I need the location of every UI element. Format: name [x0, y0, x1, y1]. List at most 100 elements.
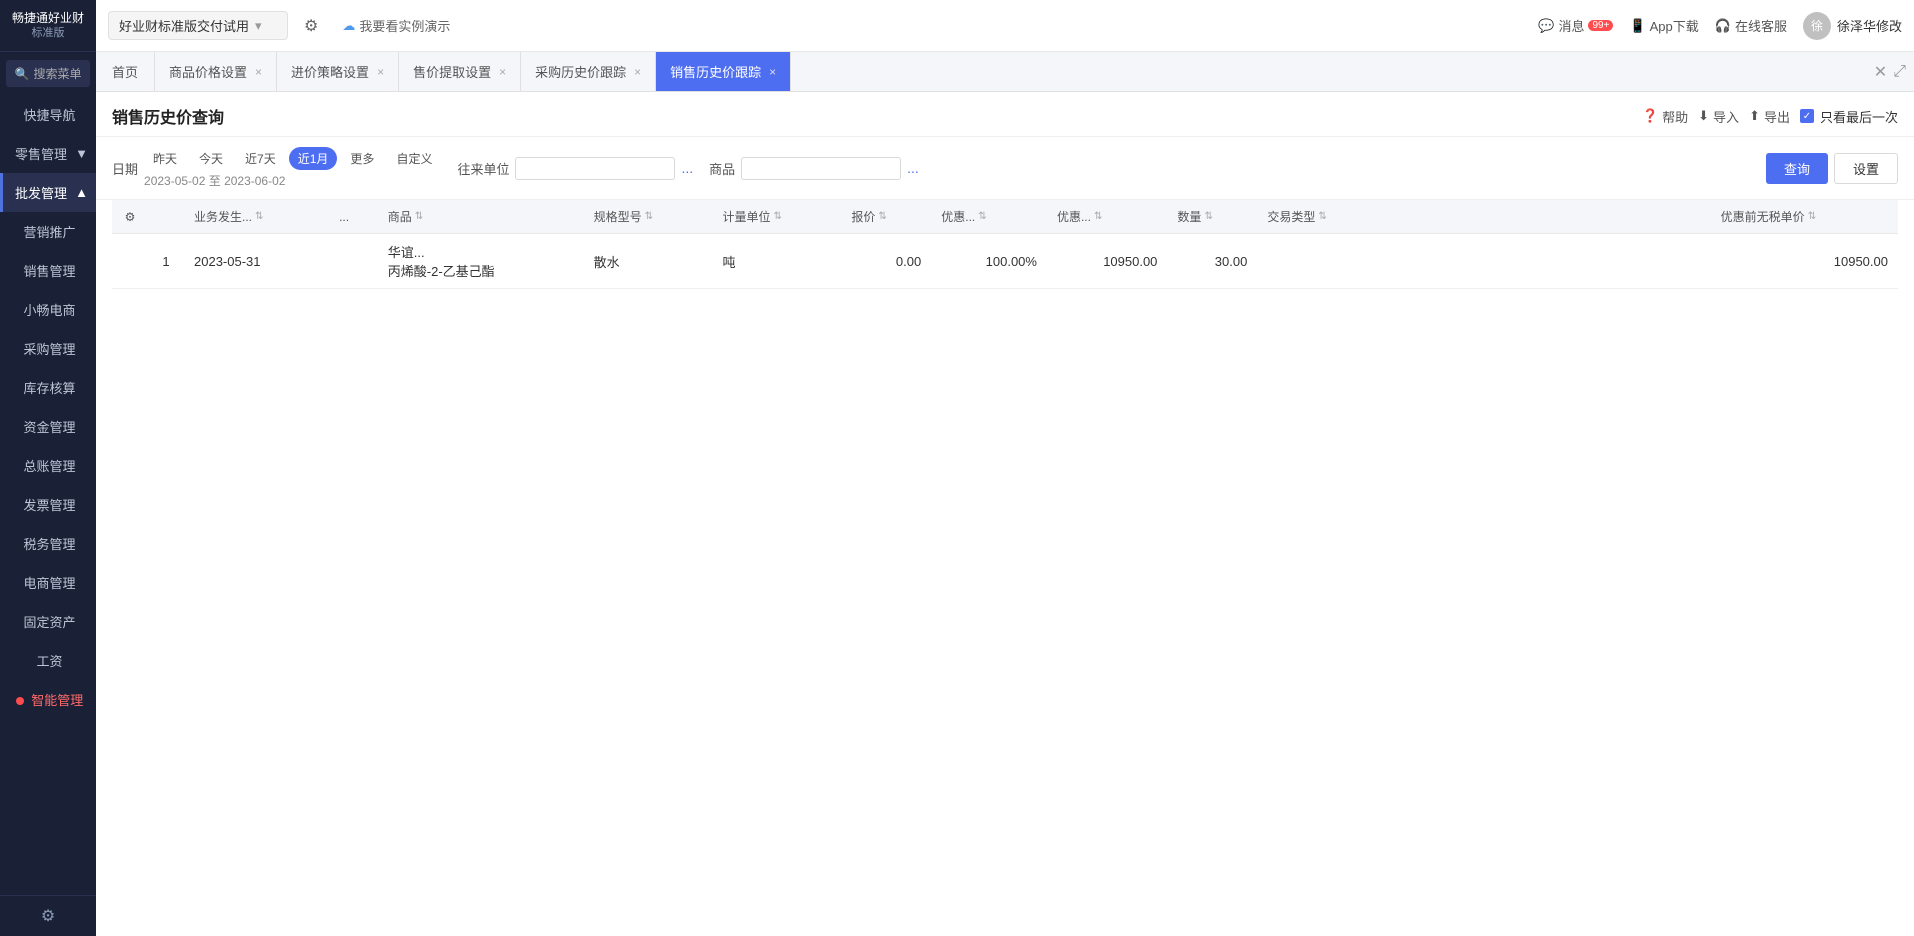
- sidebar-item-inventory[interactable]: 库存核算: [0, 368, 96, 407]
- tab-purchase-strategy[interactable]: 进价策略设置 ×: [277, 52, 399, 92]
- app-download-button[interactable]: 📱 App下载: [1629, 16, 1698, 35]
- sidebar-item-ecommerce[interactable]: 电商管理: [0, 563, 96, 602]
- user-profile[interactable]: 徐 徐泽华修改: [1803, 12, 1902, 40]
- sidebar-item-marketing[interactable]: 营销推广: [0, 212, 96, 251]
- date-filter-label: 日期: [112, 159, 138, 178]
- row-discount-amt: 10950.00: [1047, 234, 1167, 289]
- date-btn-more[interactable]: 更多: [341, 147, 383, 170]
- col-price[interactable]: 报价 ⇅: [841, 200, 931, 234]
- tab-product-price[interactable]: 商品价格设置 ×: [155, 52, 277, 92]
- tab-purchase-history[interactable]: 采购历史价跟踪 ×: [521, 52, 656, 92]
- tab-sales-history[interactable]: 销售历史价跟踪 ×: [656, 52, 791, 92]
- sidebar-item-invoice[interactable]: 发票管理: [0, 485, 96, 524]
- date-range-display: 2023-05-02 至 2023-06-02: [144, 172, 441, 189]
- logo-line1: 畅捷通好业财: [12, 11, 84, 27]
- source-unit-input[interactable]: [515, 157, 675, 180]
- last-only-check[interactable]: ✓ 只看最后一次: [1800, 107, 1898, 126]
- col-settings[interactable]: ⚙: [112, 200, 148, 234]
- sidebar-item-finance[interactable]: 资金管理: [0, 407, 96, 446]
- date-btn-last7[interactable]: 近7天: [236, 147, 285, 170]
- export-button[interactable]: ⬆ 导出: [1749, 107, 1790, 126]
- sort-icon: ⇅: [255, 211, 263, 222]
- sidebar-item-tax[interactable]: 税务管理: [0, 524, 96, 563]
- last-only-label: 只看最后一次: [1820, 107, 1898, 126]
- export-icon: ⬆: [1749, 108, 1760, 124]
- logo-text: 畅捷通好业财 标准版: [12, 11, 84, 41]
- product-label: 商品: [709, 159, 735, 178]
- checkbox-icon: ✓: [1800, 109, 1814, 123]
- date-btn-yesterday[interactable]: 昨天: [144, 147, 186, 170]
- message-badge: 99+: [1588, 20, 1613, 31]
- app-selector-text: 好业财标准版交付试用: [119, 16, 249, 35]
- sidebar-search-section: 🔍 搜索菜单: [0, 52, 96, 95]
- row-product: 华谊... 丙烯酸-2-乙基己酯: [378, 234, 584, 289]
- sales-history-table: ⚙ 业务发生... ⇅ ...: [112, 200, 1898, 289]
- sidebar-item-quick-nav[interactable]: 快捷导航: [0, 95, 96, 134]
- tab-close-icon[interactable]: ×: [499, 65, 506, 79]
- sidebar-item-sales[interactable]: 销售管理: [0, 251, 96, 290]
- maximize-tab-button[interactable]: ⤢: [1893, 63, 1906, 81]
- col-trade-type[interactable]: 交易类型 ⇅: [1257, 200, 1386, 234]
- app-selector[interactable]: 好业财标准版交付试用 ▾: [108, 11, 288, 40]
- tabbar-end: ✕ ⤢: [1866, 62, 1914, 82]
- chevron-up-icon: ▲: [75, 185, 88, 200]
- sidebar-item-ecommerce-small[interactable]: 小畅电商: [0, 290, 96, 329]
- col-spec[interactable]: 规格型号 ⇅: [584, 200, 713, 234]
- tab-home[interactable]: 首页: [96, 52, 155, 92]
- date-btn-last1month[interactable]: 近1月: [289, 147, 338, 170]
- tab-close-icon[interactable]: ×: [769, 65, 776, 79]
- message-icon: 💬: [1538, 18, 1554, 34]
- page-title: 销售历史价查询: [112, 104, 224, 128]
- col-discount-amt[interactable]: 优惠... ⇅: [1047, 200, 1167, 234]
- col-unit[interactable]: 计量单位 ⇅: [713, 200, 842, 234]
- online-service-button[interactable]: 🎧 在线客服: [1715, 16, 1787, 35]
- settings-button[interactable]: 设置: [1834, 153, 1898, 184]
- product-input[interactable]: [741, 157, 901, 180]
- sidebar-item-wholesale[interactable]: 批发管理 ▲: [0, 173, 96, 212]
- tab-close-icon[interactable]: ×: [634, 65, 641, 79]
- settings-icon[interactable]: ⚙: [41, 906, 55, 926]
- tab-close-icon[interactable]: ×: [377, 65, 384, 79]
- import-button[interactable]: ⬇ 导入: [1698, 107, 1739, 126]
- col-more[interactable]: ...: [329, 200, 378, 234]
- demo-label: 我要看实例演示: [359, 16, 450, 35]
- col-discount-pct[interactable]: 优惠... ⇅: [931, 200, 1047, 234]
- col-biz-date[interactable]: 业务发生... ⇅: [184, 200, 329, 234]
- sidebar-item-salary[interactable]: 工资: [0, 641, 96, 680]
- date-filter-group: 日期 昨天 今天 近7天 近1月 更多 自定义 2023-05-02 至 202…: [112, 147, 441, 189]
- row-settings: [112, 234, 148, 289]
- search-menu-button[interactable]: 🔍 搜索菜单: [6, 60, 90, 87]
- date-buttons: 昨天 今天 近7天 近1月 更多 自定义 2023-05-02 至 2023-0…: [144, 147, 441, 189]
- sidebar-item-purchase[interactable]: 采购管理: [0, 329, 96, 368]
- tab-sale-extract[interactable]: 售价提取设置 ×: [399, 52, 521, 92]
- logo-line2: 标准版: [12, 26, 84, 40]
- product-picker-icon[interactable]: ...: [907, 160, 919, 176]
- source-unit-picker-icon[interactable]: ...: [681, 160, 693, 176]
- sidebar-item-retail[interactable]: 零售管理 ▼: [0, 134, 96, 173]
- sort-icon: ⇅: [645, 211, 653, 222]
- message-button[interactable]: 💬 消息 99+: [1538, 16, 1613, 35]
- row-spacer: [1386, 234, 1711, 289]
- chevron-down-icon: ▾: [255, 18, 262, 34]
- chevron-down-icon: ▼: [75, 146, 88, 161]
- demo-button[interactable]: ☁ 我要看实例演示: [342, 16, 450, 35]
- col-pretax-price[interactable]: 优惠前无税单价 ⇅: [1711, 200, 1898, 234]
- date-btn-today[interactable]: 今天: [190, 147, 232, 170]
- phone-icon: 📱: [1629, 18, 1645, 34]
- topbar-right: 💬 消息 99+ 📱 App下载 🎧 在线客服 徐 徐泽华修改: [1538, 12, 1902, 40]
- col-quantity[interactable]: 数量 ⇅: [1167, 200, 1257, 234]
- query-button[interactable]: 查询: [1766, 153, 1828, 184]
- help-button[interactable]: ❓ 帮助: [1642, 107, 1688, 126]
- dot-icon: [16, 693, 28, 708]
- message-label: 消息: [1558, 16, 1584, 35]
- col-product[interactable]: 商品 ⇅: [378, 200, 584, 234]
- sidebar-item-assets[interactable]: 固定资产: [0, 602, 96, 641]
- tab-close-icon[interactable]: ×: [255, 65, 262, 79]
- sidebar-item-smart[interactable]: 智能管理: [0, 680, 96, 719]
- date-btn-custom[interactable]: 自定义: [387, 147, 441, 170]
- close-tab-button[interactable]: ✕: [1874, 62, 1887, 82]
- app-download-label: App下载: [1650, 16, 1699, 35]
- sort-icon: ⇅: [1808, 211, 1816, 222]
- topbar-gear-icon[interactable]: ⚙: [300, 12, 322, 40]
- sidebar-item-ledger[interactable]: 总账管理: [0, 446, 96, 485]
